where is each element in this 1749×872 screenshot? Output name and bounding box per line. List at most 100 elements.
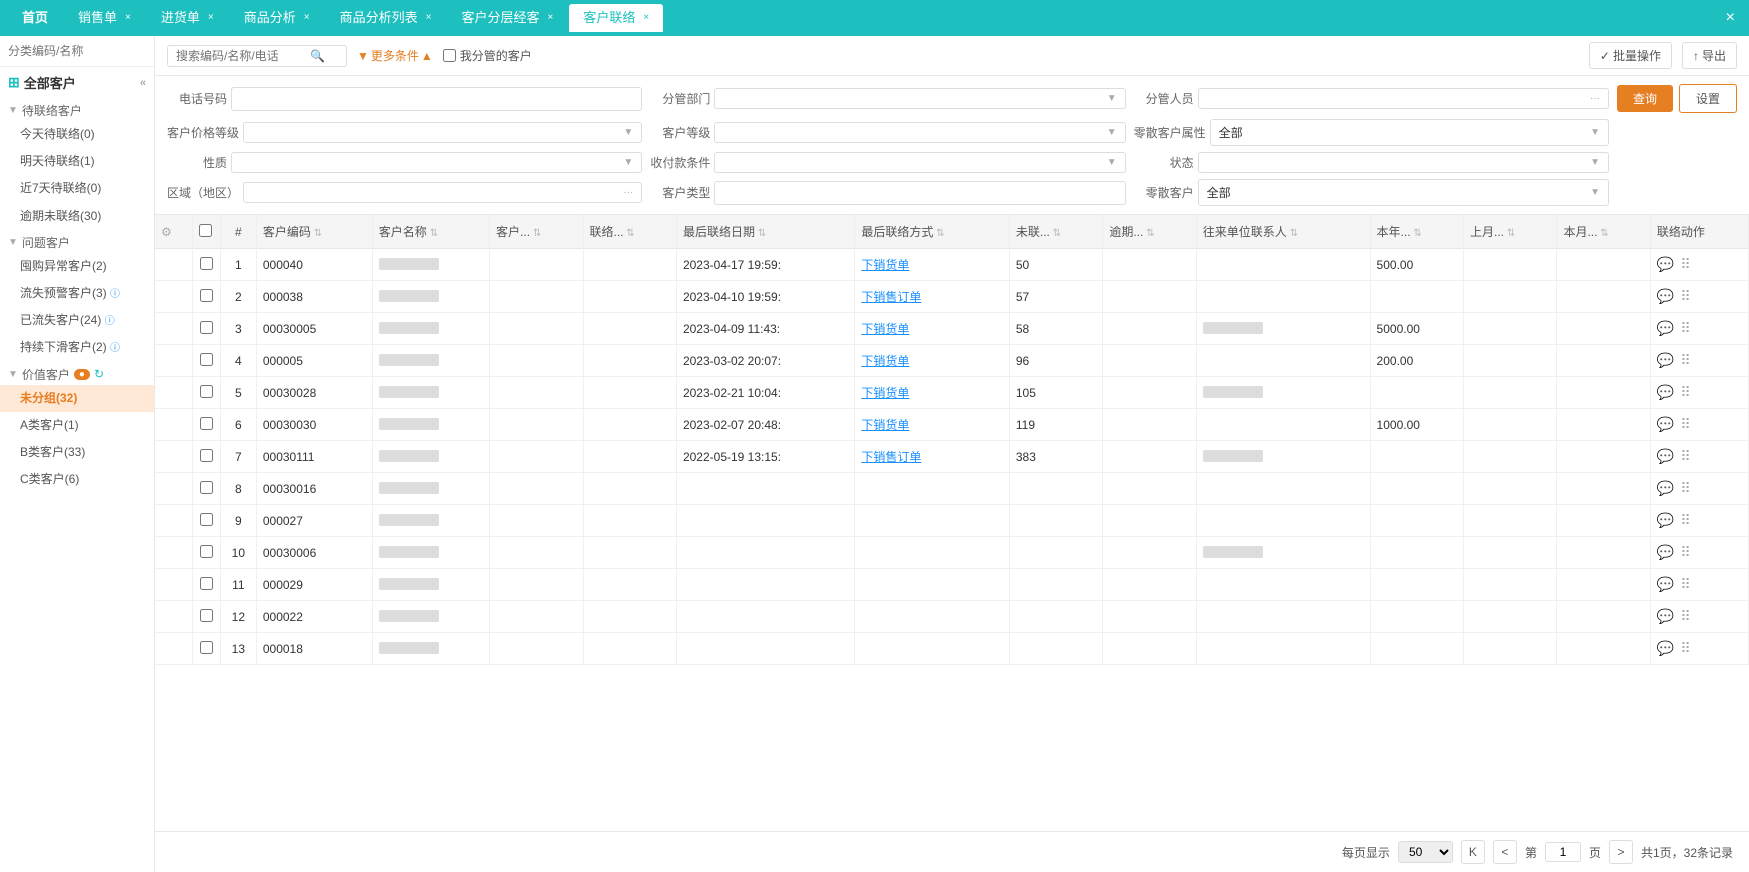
group-label-value[interactable]: ▼ 价值客户 ● ↻ (0, 362, 154, 385)
tab-analysis-list[interactable]: 商品分析列表 × (326, 4, 446, 32)
my-customers-checkbox[interactable] (443, 49, 456, 62)
sidebar-item-declining[interactable]: 持续下滑客户(2) ⓘ (0, 334, 154, 361)
main-search-icon[interactable]: 🔍 (310, 49, 325, 63)
prev-page-btn[interactable]: < (1493, 840, 1517, 864)
row-checkbox[interactable] (200, 609, 213, 622)
more-conditions-btn[interactable]: ▼ 更多条件 ▲ (357, 47, 433, 64)
group-label-problem[interactable]: ▼ 问题客户 (0, 230, 154, 253)
page-number-input[interactable] (1545, 842, 1581, 862)
close-analysis-list-icon[interactable]: × (426, 4, 432, 32)
refresh-icon[interactable]: ↻ (94, 367, 104, 381)
field-payment-select[interactable]: ▼ (714, 152, 1125, 173)
tab-home[interactable]: 首页 (8, 4, 62, 32)
row-checkbox[interactable] (200, 449, 213, 462)
tab-analysis[interactable]: 商品分析 × (230, 4, 324, 32)
last-way-link[interactable]: 下销货单 (861, 258, 909, 272)
row-checkbox[interactable] (200, 577, 213, 590)
sidebar-item-overdue-contact[interactable]: 逾期未联络(30) (0, 203, 154, 230)
qr-icon[interactable]: ⠿ (1680, 448, 1690, 465)
tab-purchase[interactable]: 进货单 × (147, 4, 228, 32)
sidebar-search-input[interactable] (8, 44, 155, 58)
last-way-link[interactable]: 下销货单 (861, 354, 909, 368)
sidebar-item-abnormal[interactable]: 囤购异常客户(2) (0, 253, 154, 280)
settings-icon[interactable]: ⚙ (161, 225, 172, 239)
sidebar-item-a-class[interactable]: A类客户(1) (0, 412, 154, 439)
col-last-date[interactable]: 最后联络日期 (676, 215, 854, 249)
sidebar-item-7days[interactable]: 近7天待联络(0) (0, 175, 154, 202)
qr-icon[interactable]: ⠿ (1680, 512, 1690, 529)
col-unit-contact[interactable]: 往来单位联系人 (1196, 215, 1370, 249)
row-checkbox[interactable] (200, 321, 213, 334)
qr-icon[interactable]: ⠿ (1680, 352, 1690, 369)
col-this-year[interactable]: 本年... (1370, 215, 1463, 249)
group-label-pending[interactable]: ▼ 待联络客户 (0, 98, 154, 121)
tab-customer-mgr[interactable]: 客户分层经客 × (447, 4, 567, 32)
export-button[interactable]: ↑ 导出 (1682, 42, 1737, 69)
select-all-checkbox[interactable] (199, 224, 212, 237)
qr-icon[interactable]: ⠿ (1680, 544, 1690, 561)
first-page-btn[interactable]: K (1461, 840, 1485, 864)
chat-icon[interactable]: 💬 (1657, 256, 1674, 273)
chat-icon[interactable]: 💬 (1657, 384, 1674, 401)
qr-icon[interactable]: ⠿ (1680, 384, 1690, 401)
chat-icon[interactable]: 💬 (1657, 512, 1674, 529)
col-last-month[interactable]: 上月... (1464, 215, 1557, 249)
col-last-way[interactable]: 最后联络方式 (855, 215, 1009, 249)
field-retail-attr-select[interactable]: 全部 ▼ (1210, 119, 1609, 146)
tab-sales[interactable]: 销售单 × (64, 4, 145, 32)
last-way-link[interactable]: 下销货单 (861, 322, 909, 336)
close-sales-icon[interactable]: × (125, 4, 131, 32)
reset-button[interactable]: 设置 (1679, 84, 1737, 113)
sidebar-item-today[interactable]: 今天待联络(0) (0, 121, 154, 148)
row-checkbox[interactable] (200, 353, 213, 366)
sidebar-item-warning[interactable]: 流失预警客户(3) ⓘ (0, 280, 154, 307)
batch-op-button[interactable]: ✓ 批量操作 (1589, 42, 1672, 69)
last-way-link[interactable]: 下销售订单 (861, 290, 921, 304)
sidebar-item-tomorrow[interactable]: 明天待联络(1) (0, 148, 154, 175)
col-level[interactable]: 客户... (490, 215, 583, 249)
row-checkbox[interactable] (200, 257, 213, 270)
sidebar-item-b-class[interactable]: B类客户(33) (0, 439, 154, 466)
row-checkbox[interactable] (200, 289, 213, 302)
col-contact-person[interactable]: 联络... (583, 215, 676, 249)
chat-icon[interactable]: 💬 (1657, 416, 1674, 433)
chat-icon[interactable]: 💬 (1657, 608, 1674, 625)
sidebar-item-ungroup[interactable]: 未分组(32) (0, 385, 154, 412)
last-way-link[interactable]: 下销售订单 (861, 450, 921, 464)
close-customer-contact-icon[interactable]: × (643, 4, 649, 32)
main-search-input[interactable] (176, 49, 306, 63)
all-customers-header[interactable]: ⊞ 全部客户 « (0, 67, 154, 98)
col-overdue[interactable]: 逾期... (1103, 215, 1196, 249)
qr-icon[interactable]: ⠿ (1680, 576, 1690, 593)
field-region-select[interactable]: ··· (243, 182, 642, 203)
page-size-select[interactable]: 20 50 100 (1398, 841, 1453, 863)
close-analysis-icon[interactable]: × (304, 4, 310, 32)
qr-icon[interactable]: ⠿ (1680, 320, 1690, 337)
qr-icon[interactable]: ⠿ (1680, 640, 1690, 657)
chat-icon[interactable]: 💬 (1657, 576, 1674, 593)
field-person-select[interactable]: ··· (1198, 88, 1609, 109)
chat-icon[interactable]: 💬 (1657, 448, 1674, 465)
qr-icon[interactable]: ⠿ (1680, 416, 1690, 433)
chat-icon[interactable]: 💬 (1657, 288, 1674, 305)
row-checkbox[interactable] (200, 513, 213, 526)
close-purchase-icon[interactable]: × (208, 4, 214, 32)
query-button[interactable]: 查询 (1617, 85, 1673, 112)
field-status-select[interactable]: ▼ (1198, 152, 1609, 173)
qr-icon[interactable]: ⠿ (1680, 256, 1690, 273)
close-customer-mgr-icon[interactable]: × (547, 4, 553, 32)
field-cust-level-select[interactable]: ▼ (714, 122, 1125, 143)
row-checkbox[interactable] (200, 417, 213, 430)
row-checkbox[interactable] (200, 641, 213, 654)
sidebar-collapse-btn[interactable]: « (140, 77, 146, 89)
last-way-link[interactable]: 下销货单 (861, 386, 909, 400)
col-this-month[interactable]: 本月... (1557, 215, 1650, 249)
field-retail-cust-select[interactable]: 全部 ▼ (1198, 179, 1609, 206)
qr-icon[interactable]: ⠿ (1680, 480, 1690, 497)
chat-icon[interactable]: 💬 (1657, 320, 1674, 337)
qr-icon[interactable]: ⠿ (1680, 288, 1690, 305)
row-checkbox[interactable] (200, 545, 213, 558)
col-no-days[interactable]: 未联... (1009, 215, 1102, 249)
chat-icon[interactable]: 💬 (1657, 480, 1674, 497)
tab-customer-contact[interactable]: 客户联络 × (569, 4, 663, 32)
